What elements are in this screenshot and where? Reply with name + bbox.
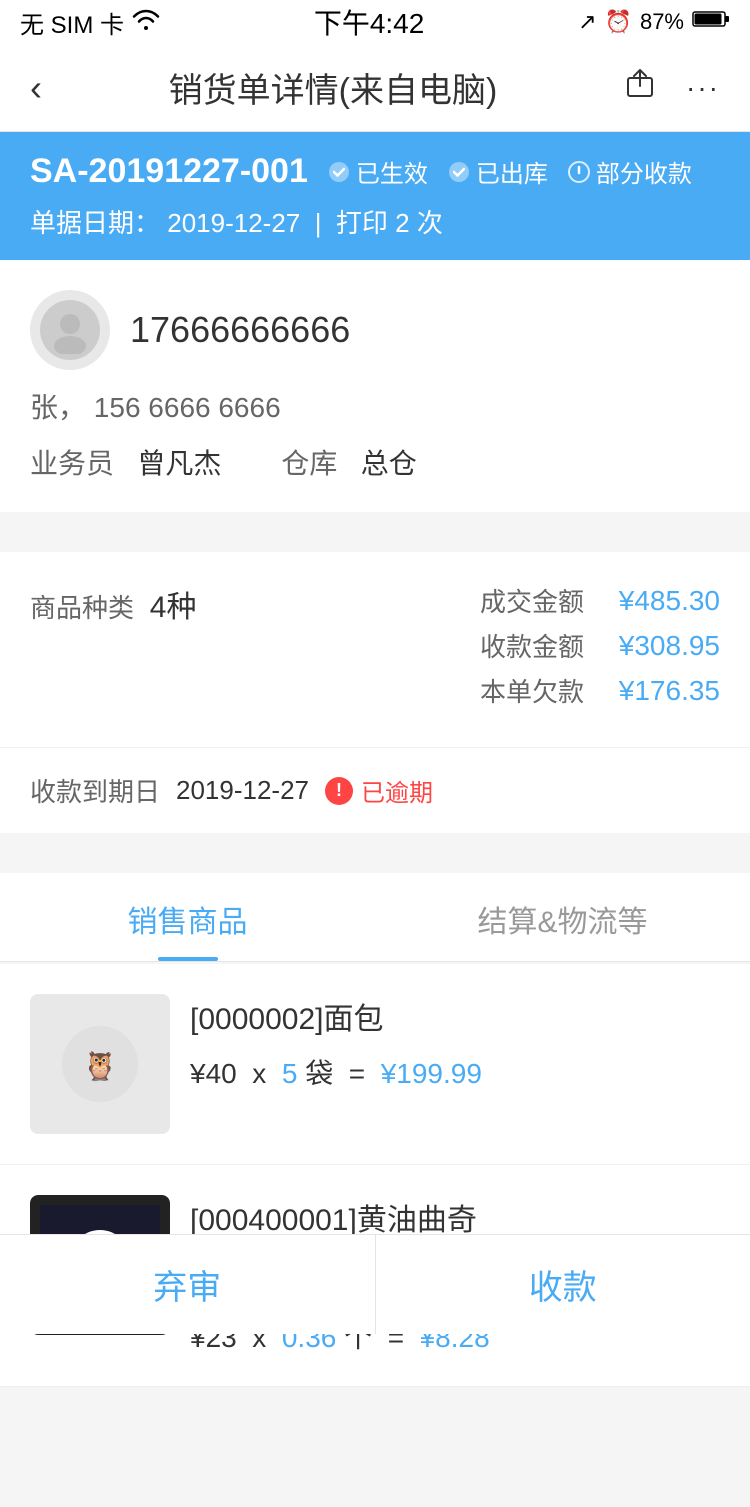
summary-right: 成交金额 ¥485.30 收款金额 ¥308.95 本单欠款 ¥176.35 — [480, 582, 720, 717]
customer-name: 17666666666 — [130, 309, 350, 351]
product-info-1: [0000002]面包 ¥40 x 5 袋 = ¥199.99 — [190, 994, 720, 1092]
page-title: 销货单详情(来自电脑) — [169, 63, 498, 112]
due-amount-label: 本单欠款 — [480, 672, 584, 709]
summary-left: 商品种类 4种 — [30, 582, 196, 626]
product-name-1: [0000002]面包 — [190, 994, 720, 1038]
divider-2 — [0, 853, 750, 873]
avatar — [30, 290, 110, 370]
received-amount-value: ¥308.95 — [600, 630, 720, 662]
order-id: SA-20191227-001 — [30, 152, 308, 191]
svg-text:🦉: 🦉 — [83, 1050, 118, 1082]
tab-settlement[interactable]: 结算&物流等 — [375, 873, 750, 961]
customer-meta: 业务员 曾凡杰 仓库 总仓 — [30, 442, 720, 482]
product-thumbnail-1: 🦉 — [30, 994, 170, 1134]
bottom-spacer — [0, 1387, 750, 1507]
due-amount-value: ¥176.35 — [600, 675, 720, 707]
overdue-label: 已逾期 — [361, 773, 433, 808]
confirm-button[interactable]: 收款 — [376, 1235, 750, 1334]
bottom-actions: 弃审 收款 — [0, 1234, 750, 1334]
deal-amount-value: ¥485.30 — [600, 585, 720, 617]
product-type-value: 4种 — [150, 591, 197, 624]
list-item: 🦉 [0000002]面包 ¥40 x 5 袋 = ¥199.99 — [0, 964, 750, 1165]
location-icon: ↗ — [578, 9, 596, 35]
alarm-icon: ⏰ — [605, 9, 632, 35]
product-qty-1: 5 — [282, 1058, 298, 1089]
status-right: ↗ ⏰ 87% — [578, 9, 730, 35]
nav-right-actions: ··· — [624, 68, 720, 108]
carrier-label: 无 SIM 卡 — [20, 5, 124, 40]
warehouse-name: 总仓 — [361, 448, 417, 479]
battery-label: 87% — [640, 9, 684, 35]
sales-name: 曾凡杰 — [137, 448, 221, 479]
deal-amount-label: 成交金额 — [480, 582, 584, 619]
product-type-label: 商品种类 — [30, 593, 134, 623]
due-date-section: 收款到期日 2019-12-27 ! 已逾期 — [0, 747, 750, 833]
badge-effective: 已生效 — [328, 154, 428, 189]
order-header: SA-20191227-001 已生效 已出库 部分收款 单据日期： 2019-… — [0, 132, 750, 260]
sales-label: 业务员 — [30, 448, 114, 479]
received-amount-label: 收款金额 — [480, 627, 584, 664]
tab-products[interactable]: 销售商品 — [0, 873, 375, 961]
wifi-icon — [132, 8, 160, 37]
cancel-button[interactable]: 弃审 — [0, 1235, 376, 1334]
status-bar: 无 SIM 卡 下午4:42 ↗ ⏰ 87% — [0, 0, 750, 44]
status-left: 无 SIM 卡 — [20, 5, 160, 40]
deal-amount-row: 成交金额 ¥485.30 — [480, 582, 720, 619]
due-amount-row: 本单欠款 ¥176.35 — [480, 672, 720, 709]
status-time: 下午4:42 — [314, 2, 425, 42]
order-meta: 单据日期： 2019-12-27 | 打印 2 次 — [30, 203, 720, 240]
badge-partial: 部分收款 — [568, 154, 692, 189]
due-date-value: 2019-12-27 — [176, 775, 309, 806]
overdue-badge: ! 已逾期 — [325, 773, 433, 808]
warehouse-label: 仓库 — [281, 448, 337, 479]
nav-bar: ‹ 销货单详情(来自电脑) ··· — [0, 44, 750, 132]
due-date-label: 收款到期日 — [30, 772, 160, 809]
product-price-1: ¥40 x 5 袋 = ¥199.99 — [190, 1052, 720, 1092]
tabs-section: 销售商品 结算&物流等 — [0, 873, 750, 962]
customer-sub: 张， 156 6666 6666 — [30, 386, 720, 426]
more-icon[interactable]: ··· — [686, 72, 720, 104]
received-amount-row: 收款金额 ¥308.95 — [480, 627, 720, 664]
summary-section: 商品种类 4种 成交金额 ¥485.30 收款金额 ¥308.95 本单欠款 ¥… — [0, 552, 750, 747]
back-button[interactable]: ‹ — [30, 67, 42, 109]
customer-section: 17666666666 张， 156 6666 6666 业务员 曾凡杰 仓库 … — [0, 260, 750, 512]
badge-shipped: 已出库 — [448, 154, 548, 189]
battery-icon — [692, 9, 730, 35]
share-icon[interactable] — [624, 68, 656, 108]
product-name-2: [000400001]黄油曲奇 — [190, 1195, 720, 1239]
divider-1 — [0, 532, 750, 552]
overdue-icon: ! — [325, 777, 353, 805]
product-total-1: ¥199.99 — [381, 1058, 482, 1089]
